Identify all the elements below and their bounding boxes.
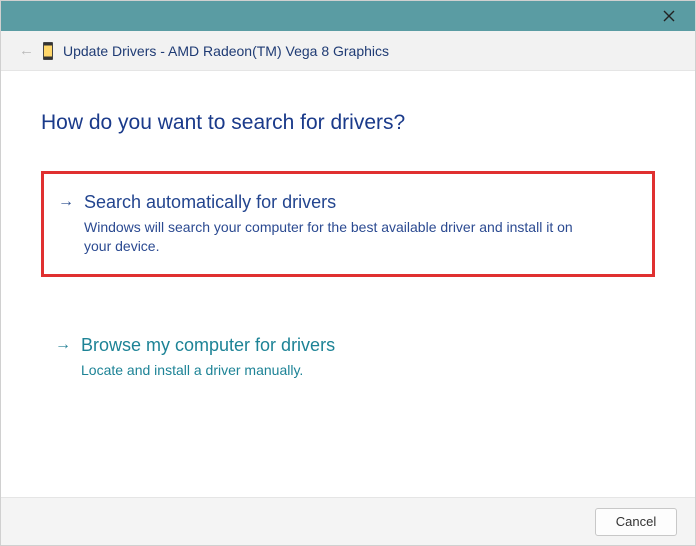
cancel-button[interactable]: Cancel (595, 508, 677, 536)
option-title: Browse my computer for drivers (81, 333, 641, 357)
arrow-right-icon: → (58, 190, 72, 214)
header-bar: ← Update Drivers - AMD Radeon(TM) Vega 8… (1, 31, 695, 71)
titlebar (1, 1, 695, 31)
update-drivers-dialog: ← Update Drivers - AMD Radeon(TM) Vega 8… (0, 0, 696, 546)
option-title: Search automatically for drivers (84, 190, 638, 214)
option-text: Search automatically for drivers Windows… (84, 190, 638, 256)
option-description: Windows will search your computer for th… (84, 218, 594, 256)
device-icon (43, 42, 53, 60)
option-description: Locate and install a driver manually. (81, 361, 591, 380)
option-text: Browse my computer for drivers Locate an… (81, 333, 641, 380)
option-browse-computer[interactable]: → Browse my computer for drivers Locate … (41, 317, 655, 398)
dialog-footer: Cancel (1, 497, 695, 545)
close-icon[interactable] (655, 2, 683, 30)
page-heading: How do you want to search for drivers? (41, 111, 655, 135)
arrow-right-icon: → (55, 333, 69, 357)
window-title: Update Drivers - AMD Radeon(TM) Vega 8 G… (63, 43, 389, 59)
content-area: How do you want to search for drivers? →… (1, 71, 695, 497)
option-search-automatically[interactable]: → Search automatically for drivers Windo… (41, 171, 655, 277)
back-arrow-icon: ← (19, 42, 33, 59)
